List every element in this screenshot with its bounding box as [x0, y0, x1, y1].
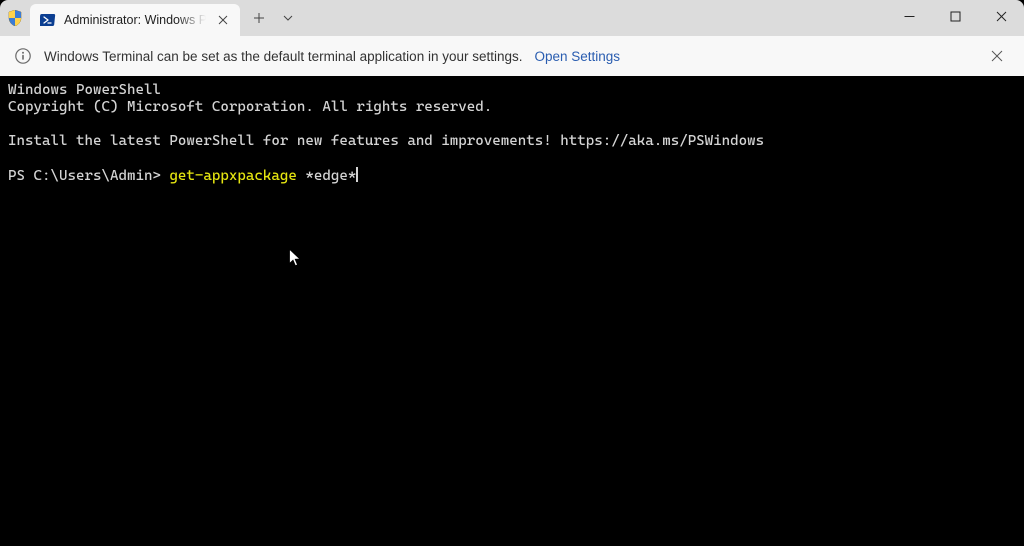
tab-close-button[interactable]	[214, 11, 232, 29]
tab-active[interactable]: Administrator: Windows PowerShell	[30, 4, 240, 36]
uac-shield-icon	[0, 0, 30, 36]
tab-dropdown-button[interactable]	[274, 3, 302, 33]
mouse-pointer-icon	[288, 248, 302, 268]
titlebar: Administrator: Windows PowerShell	[0, 0, 1024, 36]
maximize-button[interactable]	[932, 0, 978, 32]
powershell-icon	[40, 12, 56, 28]
terminal-pane[interactable]: Windows PowerShell Copyright (C) Microso…	[0, 76, 1024, 546]
terminal-command: get-appxpackage	[169, 168, 296, 184]
info-icon	[14, 47, 32, 65]
infobar: Windows Terminal can be set as the defau…	[0, 36, 1024, 76]
infobar-message: Windows Terminal can be set as the defau…	[44, 49, 523, 64]
terminal-argument: *edge*	[297, 168, 356, 184]
close-window-button[interactable]	[978, 0, 1024, 32]
terminal-line: Windows PowerShell	[8, 82, 161, 98]
open-settings-link[interactable]: Open Settings	[535, 49, 621, 64]
terminal-prompt: PS C:\Users\Admin>	[8, 168, 169, 184]
minimize-button[interactable]	[886, 0, 932, 32]
new-tab-button[interactable]	[244, 3, 274, 33]
window-controls	[886, 0, 1024, 36]
infobar-close-button[interactable]	[982, 41, 1012, 71]
terminal-cursor	[356, 167, 357, 182]
tab-title: Administrator: Windows PowerShell	[64, 13, 206, 27]
terminal-line: Install the latest PowerShell for new fe…	[8, 133, 764, 149]
terminal-line: Copyright (C) Microsoft Corporation. All…	[8, 99, 492, 115]
